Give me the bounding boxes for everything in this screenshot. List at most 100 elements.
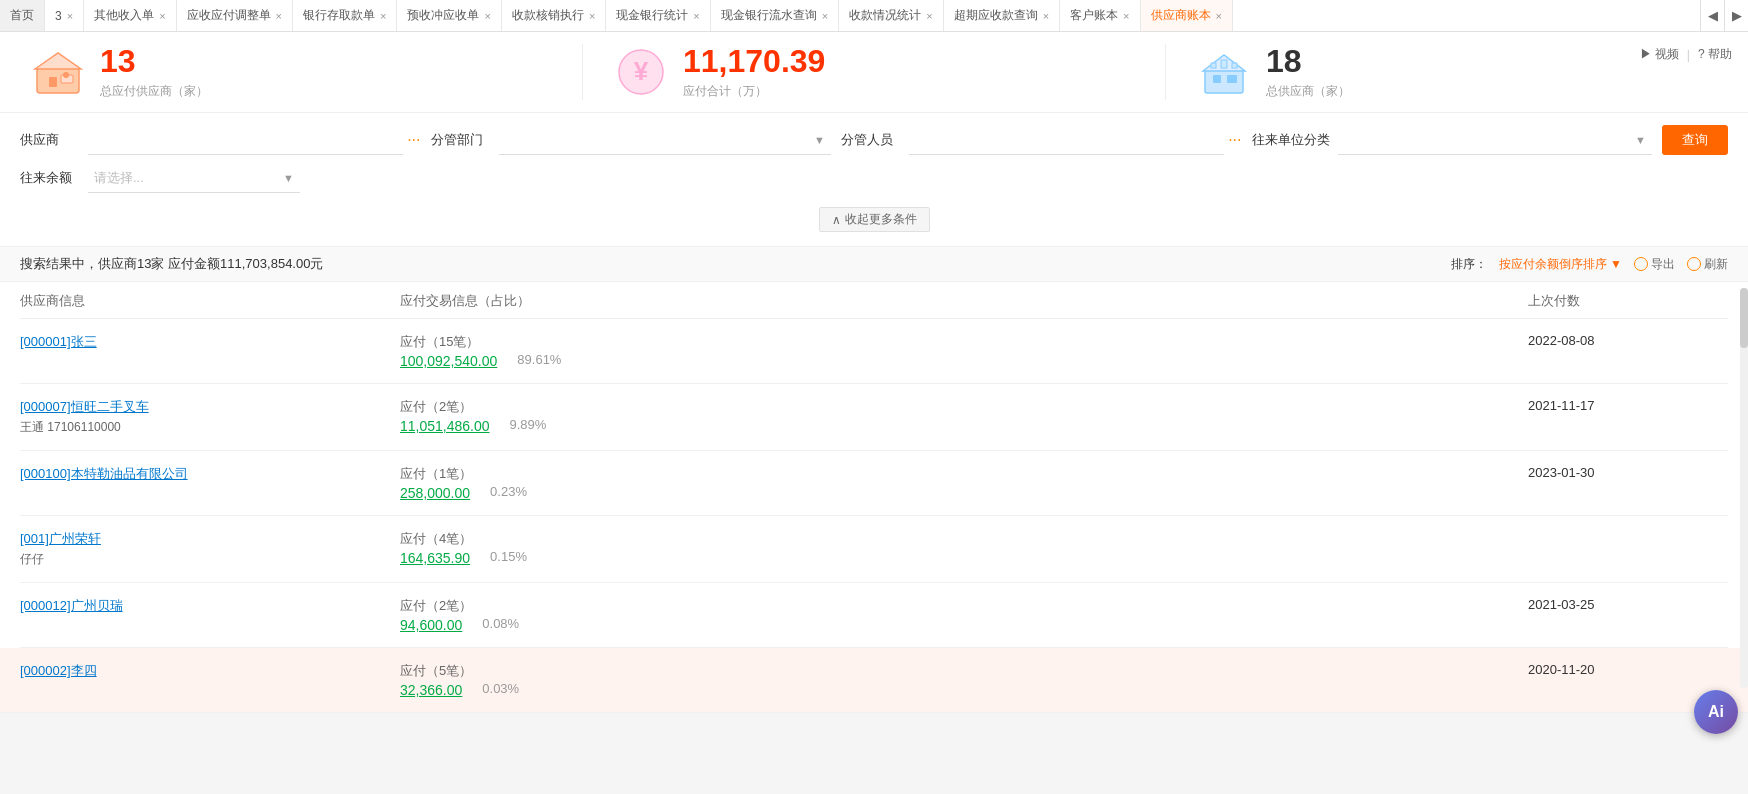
filter-row-2: 往来余额 请选择... ▼ <box>20 163 1728 193</box>
tx-label-row5: 应付（2笔） <box>400 597 1528 615</box>
svg-rect-7 <box>1205 69 1243 93</box>
close-tab-verify[interactable]: × <box>589 10 595 22</box>
nav-tab-customer-book[interactable]: 客户账本× <box>1060 0 1140 32</box>
refresh-button[interactable]: 刷新 <box>1687 256 1728 273</box>
nav-tab-bank[interactable]: 银行存取款单× <box>293 0 397 32</box>
nav-tab-cash-stat[interactable]: 现金银行统计× <box>606 0 710 32</box>
tx-amount-row6[interactable]: 32,366.00 <box>400 682 462 698</box>
nav-tab-other-income[interactable]: 其他收入单× <box>84 0 176 32</box>
result-actions: 排序： 按应付余额倒序排序 ▼ 导出 刷新 <box>1451 256 1728 273</box>
yen-icon-pink: ¥ <box>613 44 669 100</box>
stat-info-total-suppliers: 18总供应商（家） <box>1266 44 1350 100</box>
stat-info-payable-suppliers: 13总应付供应商（家） <box>100 44 208 100</box>
close-tab-cash-stat[interactable]: × <box>693 10 699 22</box>
collapse-bar: ∧ 收起更多条件 <box>20 201 1728 234</box>
tx-label-row6: 应付（5笔） <box>400 662 1528 680</box>
tx-amount-row5[interactable]: 94,600.00 <box>400 617 462 633</box>
balance-arrow: ▼ <box>283 172 294 184</box>
tx-amount-row1[interactable]: 100,092,540.00 <box>400 353 497 369</box>
supplier-name-row1[interactable]: [000001]张三 <box>20 334 97 349</box>
stat-number-total-suppliers: 18 <box>1266 44 1350 79</box>
collapse-chevron: ∧ <box>832 213 841 227</box>
help-link[interactable]: ? 帮助 <box>1698 46 1732 63</box>
transaction-col-row6: 应付（5笔）32,366.000.03% <box>400 662 1528 698</box>
sort-label: 排序： <box>1451 256 1487 273</box>
dept-select[interactable]: ▼ <box>499 125 832 155</box>
supplier-name-row4[interactable]: [001]广州荣轩 <box>20 531 101 546</box>
tx-amount-row4[interactable]: 164,635.90 <box>400 550 470 566</box>
supplier-name-row3[interactable]: [000100]本特勒油品有限公司 <box>20 466 188 481</box>
transaction-col-row2: 应付（2笔）11,051,486.009.89% <box>400 398 1528 434</box>
filter-category: 往来单位分类 ▼ <box>1252 125 1653 155</box>
nav-tab-verify[interactable]: 收款核销执行× <box>502 0 606 32</box>
close-tab-bank[interactable]: × <box>380 10 386 22</box>
export-button[interactable]: 导出 <box>1634 256 1675 273</box>
supplier-sub-row4: 仔仔 <box>20 551 400 568</box>
result-info: 搜索结果中，供应商13家 应付金额111,703,854.00元 <box>20 255 323 273</box>
nav-tab-prepay[interactable]: 预收冲应收单× <box>397 0 501 32</box>
person-dots[interactable]: ··· <box>1228 131 1241 149</box>
close-tab-customer-book[interactable]: × <box>1123 10 1129 22</box>
tx-label-row2: 应付（2笔） <box>400 398 1528 416</box>
stat-label-payable-amount: 应付合计（万） <box>683 83 825 100</box>
top-right-links: ▶ 视频 | ? 帮助 <box>1640 46 1732 63</box>
tx-percent-row1: 89.61% <box>517 352 561 369</box>
supplier-name-row2[interactable]: [000007]恒旺二手叉车 <box>20 399 149 414</box>
nav-tab-cash-flow[interactable]: 现金银行流水查询× <box>711 0 839 32</box>
supplier-input[interactable] <box>88 125 403 155</box>
collapse-label: 收起更多条件 <box>845 211 917 228</box>
close-tab-adjust[interactable]: × <box>276 10 282 22</box>
filter-supplier: 供应商 ··· <box>20 125 421 155</box>
nav-tab-tab3[interactable]: 3× <box>45 0 84 32</box>
close-tab-receipt-stat[interactable]: × <box>926 10 932 22</box>
sort-value[interactable]: 按应付余额倒序排序 ▼ <box>1499 256 1622 273</box>
nav-tab-adjust[interactable]: 应收应付调整单× <box>177 0 293 32</box>
lastpay-col-row2: 2021-11-17 <box>1528 398 1728 413</box>
supplier-name-row6[interactable]: [000002]李四 <box>20 663 97 678</box>
balance-select[interactable]: 请选择... ▼ <box>88 163 300 193</box>
tx-percent-row3: 0.23% <box>490 484 527 501</box>
close-tab-supplier-book[interactable]: × <box>1216 10 1222 22</box>
close-tab-overdue[interactable]: × <box>1043 10 1049 22</box>
close-tab-other-income[interactable]: × <box>159 10 165 22</box>
stats-row: 13总应付供应商（家） ¥ 11,170.39应付合计（万） 18总供应商（家）… <box>0 32 1748 113</box>
scrollbar[interactable] <box>1740 288 1748 688</box>
supplier-col-row6: [000002]李四 <box>20 662 400 680</box>
stat-info-payable-amount: 11,170.39应付合计（万） <box>683 44 825 100</box>
filter-person: 分管人员 ··· <box>841 125 1242 155</box>
nav-tab-receipt-stat[interactable]: 收款情况统计× <box>839 0 943 32</box>
svg-text:¥: ¥ <box>634 56 649 86</box>
person-input[interactable] <box>909 125 1224 155</box>
close-tab-tab3[interactable]: × <box>67 10 73 22</box>
supplier-dots[interactable]: ··· <box>407 131 420 149</box>
supplier-col-row1: [000001]张三 <box>20 333 400 351</box>
dept-arrow: ▼ <box>814 134 825 146</box>
close-tab-cash-flow[interactable]: × <box>822 10 828 22</box>
collapse-button[interactable]: ∧ 收起更多条件 <box>819 207 930 232</box>
close-tab-prepay[interactable]: × <box>484 10 490 22</box>
stat-number-payable-suppliers: 13 <box>100 44 208 79</box>
table-row-row3: [000100]本特勒油品有限公司应付（1笔）258,000.000.23%20… <box>20 451 1728 516</box>
filter-balance: 往来余额 请选择... ▼ <box>20 163 300 193</box>
tx-amount-row3[interactable]: 258,000.00 <box>400 485 470 501</box>
nav-tab-supplier-book[interactable]: 供应商账本× <box>1141 0 1233 32</box>
query-button[interactable]: 查询 <box>1662 125 1728 155</box>
filter-area: 供应商 ··· 分管部门 ▼ 分管人员 ··· 往来单位分类 ▼ 查询 <box>0 113 1748 247</box>
nav-tab-overdue[interactable]: 超期应收款查询× <box>944 0 1060 32</box>
supplier-name-row5[interactable]: [000012]广州贝瑞 <box>20 598 123 613</box>
nav-tab-home[interactable]: 首页 <box>0 0 45 32</box>
category-select[interactable]: ▼ <box>1338 125 1653 155</box>
transaction-col-row3: 应付（1笔）258,000.000.23% <box>400 465 1528 501</box>
tx-label-row1: 应付（15笔） <box>400 333 1528 351</box>
table-row-row6: [000002]李四应付（5笔）32,366.000.03%2020-11-20 <box>0 648 1748 713</box>
nav-prev-arrow[interactable]: ◀ <box>1700 0 1724 32</box>
table-header: 供应商信息 应付交易信息（占比） 上次付数 <box>20 282 1728 319</box>
header-transaction: 应付交易信息（占比） <box>400 292 1528 310</box>
tx-amount-row2[interactable]: 11,051,486.00 <box>400 418 490 434</box>
supplier-label: 供应商 <box>20 131 80 149</box>
nav-next-arrow[interactable]: ▶ <box>1724 0 1748 32</box>
top-navigation: 首页3×其他收入单×应收应付调整单×银行存取款单×预收冲应收单×收款核销执行×现… <box>0 0 1748 32</box>
scrollbar-thumb[interactable] <box>1740 288 1748 348</box>
stat-block-payable-amount: ¥ 11,170.39应付合计（万） <box>583 44 1166 100</box>
video-link[interactable]: ▶ 视频 <box>1640 46 1679 63</box>
